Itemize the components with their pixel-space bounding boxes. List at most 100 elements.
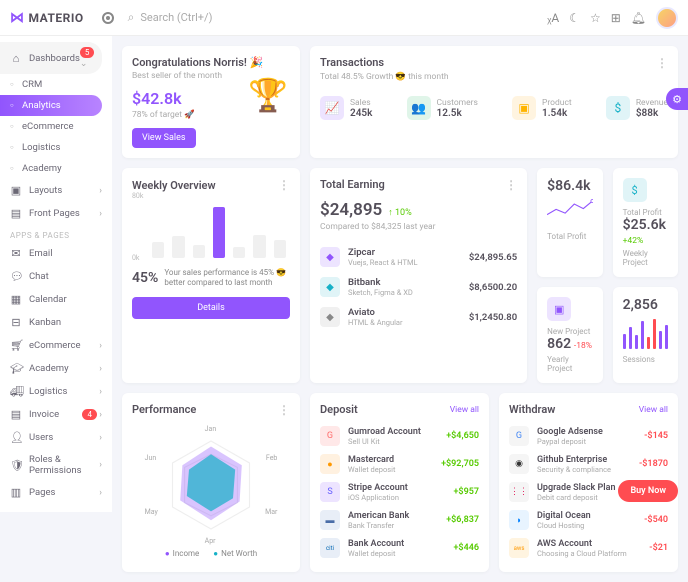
deposit-title: Deposit <box>320 403 358 416</box>
earn-icon: ◆ <box>320 307 340 327</box>
brand-icon: ◗ <box>509 510 529 530</box>
bell-icon[interactable]: 🔔︎ <box>631 11 646 25</box>
nav-frontpages[interactable]: ▤Front Pages› <box>0 202 112 225</box>
nav-email[interactable]: ✉Email <box>0 242 112 265</box>
earning-change: ↑ 10% <box>388 207 411 218</box>
nav-chat[interactable]: 💬︎Chat <box>0 265 112 288</box>
star-icon[interactable]: ☆ <box>590 11 601 25</box>
viewall-link[interactable]: View all <box>639 405 668 415</box>
trans-item: ▣Product1.54k <box>512 96 572 120</box>
stat-label: Sessions <box>623 355 668 364</box>
brand-icon: citi <box>320 538 340 558</box>
chat-icon: 💬︎ <box>10 270 22 283</box>
nav-academy[interactable]: Academy <box>0 158 112 179</box>
nav-ecommerce2[interactable]: 🛒︎eCommerce› <box>0 334 112 357</box>
nav-layouts[interactable]: ▣Layouts› <box>0 179 112 202</box>
y-axis-label: 80k <box>132 192 143 200</box>
nav-auth[interactable]: 🔒︎Authentications› <box>0 504 112 512</box>
view-sales-button[interactable]: View Sales <box>132 128 196 148</box>
truck-icon: 🚚︎ <box>10 385 22 398</box>
brand-icon: ◉ <box>509 454 529 474</box>
home-icon: ⌂ <box>10 52 22 65</box>
nav-logistics[interactable]: Logistics <box>0 137 112 158</box>
stat-value: 862 <box>547 336 571 352</box>
y-axis-label: 0k <box>132 254 139 262</box>
list-item: SStripe AccountiOS Application+$957 <box>320 478 479 506</box>
bar <box>233 247 245 258</box>
earning-title: Total Earning <box>320 178 385 192</box>
stat-label: Yearly Project <box>547 355 592 373</box>
cart-icon: 🛒︎ <box>10 339 22 352</box>
list-item: citiBank AccountWallet deposit+$446 <box>320 534 479 562</box>
brand-icon: ▬ <box>320 510 340 530</box>
logo[interactable]: ⋈MATERIO <box>10 10 84 26</box>
more-icon[interactable]: ⋮ <box>505 178 517 192</box>
deposit-card: DepositView all GGumroad AccountSell UI … <box>310 393 489 572</box>
trans-icon: 📈 <box>320 96 344 120</box>
dollar-icon: $ <box>623 178 647 202</box>
theme-icon[interactable]: ☾ <box>569 11 580 25</box>
brand-icon: G <box>320 426 340 446</box>
avatar[interactable] <box>656 7 678 29</box>
viewall-link[interactable]: View all <box>450 405 479 415</box>
perf-title: Performance <box>132 403 196 417</box>
apps-icon[interactable]: ⊞ <box>611 11 621 25</box>
chevron-right-icon: › <box>99 209 102 219</box>
nav-users[interactable]: 👤︎Users› <box>0 426 112 449</box>
trans-item: 📈Sales245k <box>320 96 372 120</box>
list-item: ◗Digital OceanCloud Hosting-$540 <box>509 506 668 534</box>
record-icon[interactable] <box>102 12 114 24</box>
search-icon: ⌕ <box>128 10 135 25</box>
bar <box>623 334 626 349</box>
trans-title: Transactions <box>320 56 384 70</box>
nav-roles[interactable]: 🛡︎Roles & Permissions› <box>0 449 112 481</box>
nav-ecommerce[interactable]: eCommerce <box>0 116 112 137</box>
bar <box>274 240 286 258</box>
congrats-title: Congratulations Norris! 🎉 <box>132 56 290 69</box>
section-apps: APPS & PAGES <box>0 225 112 242</box>
invoice-icon: ▤ <box>10 408 22 421</box>
earn-item: ◆BitbankSketch, Figma & XD$8,6500.20 <box>320 272 517 302</box>
nav-analytics[interactable]: Analytics <box>0 95 102 116</box>
bar <box>172 236 184 258</box>
nav-academy2[interactable]: 🎓︎Academy› <box>0 357 112 380</box>
stat-value: 2,856 <box>623 297 668 313</box>
nav-dashboards[interactable]: ⌂Dashboards5 ⌄ <box>0 42 102 74</box>
logo-icon: ⋈ <box>10 10 25 26</box>
search-input[interactable]: ⌕Search (Ctrl+/) <box>128 10 548 25</box>
earn-icon: ◆ <box>320 277 340 297</box>
settings-fab[interactable]: ⚙ <box>666 88 688 110</box>
stat-change: +42% <box>623 236 644 246</box>
nav-kanban[interactable]: ⊟Kanban <box>0 311 112 334</box>
brand-icon: S <box>320 482 340 502</box>
brand-icon: ● <box>320 454 340 474</box>
weekly-title: Weekly Overview <box>132 179 216 192</box>
weekly-txt: Your sales performance is 45% 😎 better c… <box>164 268 290 289</box>
bar <box>635 335 638 349</box>
stat-label: Total Profit <box>547 232 592 241</box>
weekly-chart: 80k 0k <box>148 192 290 262</box>
nav-logistics2[interactable]: 🚚︎Logistics› <box>0 380 112 403</box>
details-button[interactable]: Details <box>132 297 290 319</box>
weekly-pct: 45% <box>132 270 158 286</box>
stat-change: -18% <box>574 341 592 351</box>
more-icon[interactable]: ⋮ <box>278 178 290 192</box>
list-item: ▬American BankBank Transfer+$6,837 <box>320 506 479 534</box>
list-item: ●MastercardWallet deposit+$92,705 <box>320 450 479 478</box>
trans-icon: $ <box>606 96 630 120</box>
calendar-icon: ▦ <box>10 293 22 306</box>
brand-icon: aws <box>509 538 529 558</box>
nav-pages[interactable]: ▥Pages› <box>0 481 112 504</box>
more-icon[interactable]: ⋮ <box>278 403 290 417</box>
brand-icon: ⋮⋮ <box>509 482 529 502</box>
user-icon: 👤︎ <box>10 431 22 444</box>
bar <box>193 245 205 258</box>
translate-icon[interactable]: ᵪA <box>547 11 559 25</box>
stat-title: New Project <box>547 327 592 336</box>
topbar: ⋈MATERIO ⌕Search (Ctrl+/) ᵪA ☾ ☆ ⊞ 🔔︎ <box>0 0 688 36</box>
nav-crm[interactable]: CRM <box>0 74 112 95</box>
more-icon[interactable]: ⋮ <box>656 56 668 70</box>
nav-invoice[interactable]: ▤Invoice4 › <box>0 403 112 426</box>
nav-calendar[interactable]: ▦Calendar <box>0 288 112 311</box>
buy-now-button[interactable]: Buy Now <box>618 480 678 502</box>
